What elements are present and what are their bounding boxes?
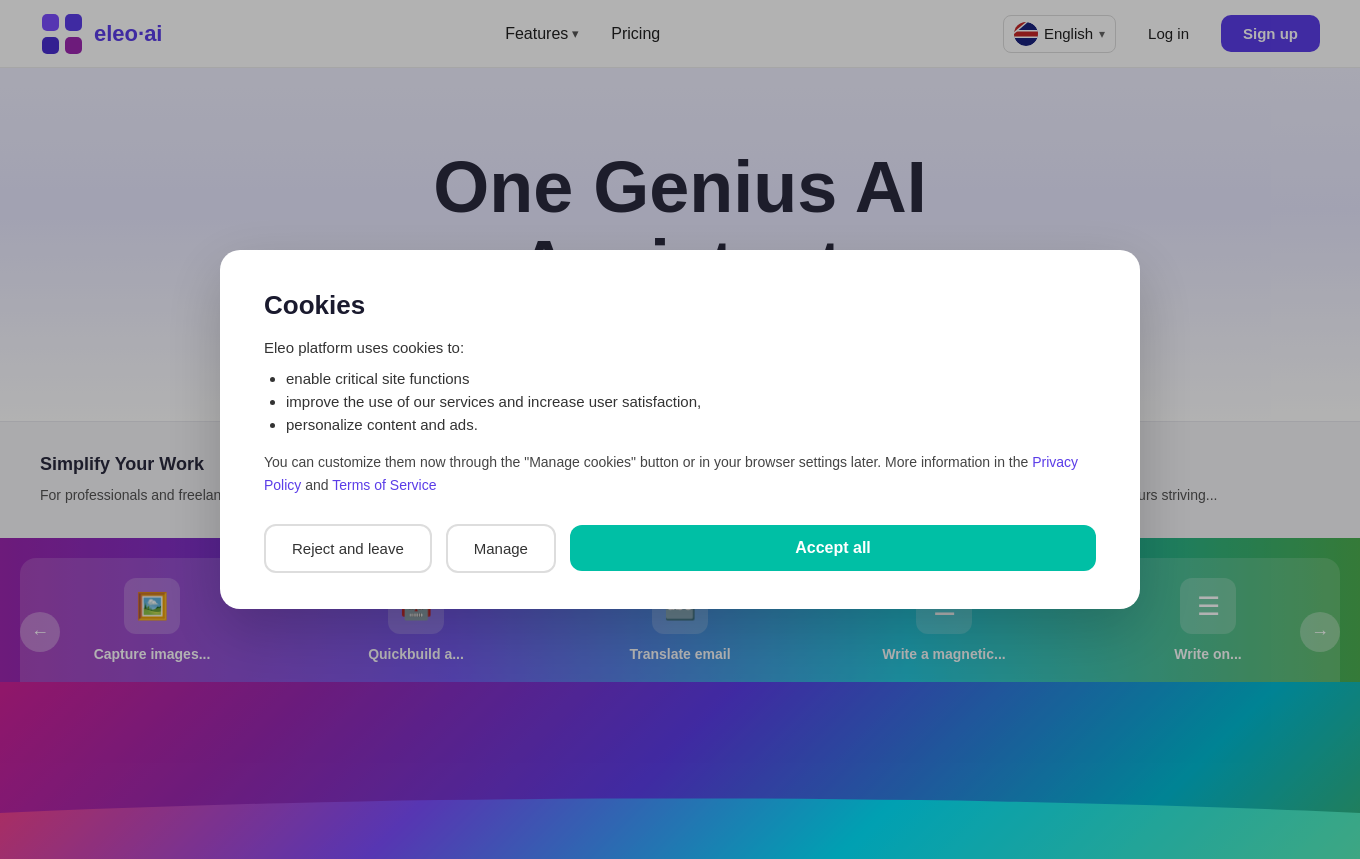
accept-button[interactable]: Accept all (570, 525, 1096, 571)
reject-button[interactable]: Reject and leave (264, 524, 432, 573)
cookie-items-list: enable critical site functions improve t… (264, 370, 1096, 433)
terms-link[interactable]: Terms of Service (332, 477, 436, 493)
cookie-title: Cookies (264, 290, 1096, 321)
cookie-modal: Cookies Eleo platform uses cookies to: e… (220, 250, 1140, 609)
cookie-item-2: improve the use of our services and incr… (286, 393, 1096, 410)
cookie-item-1: enable critical site functions (286, 370, 1096, 387)
cookie-item-3: personalize content and ads. (286, 416, 1096, 433)
cookie-intro: Eleo platform uses cookies to: (264, 339, 1096, 356)
cookie-actions: Reject and leave Manage Accept all (264, 524, 1096, 573)
cookie-overlay: Cookies Eleo platform uses cookies to: e… (0, 0, 1360, 859)
manage-button[interactable]: Manage (446, 524, 556, 573)
cookie-info: You can customize them now through the "… (264, 451, 1096, 496)
